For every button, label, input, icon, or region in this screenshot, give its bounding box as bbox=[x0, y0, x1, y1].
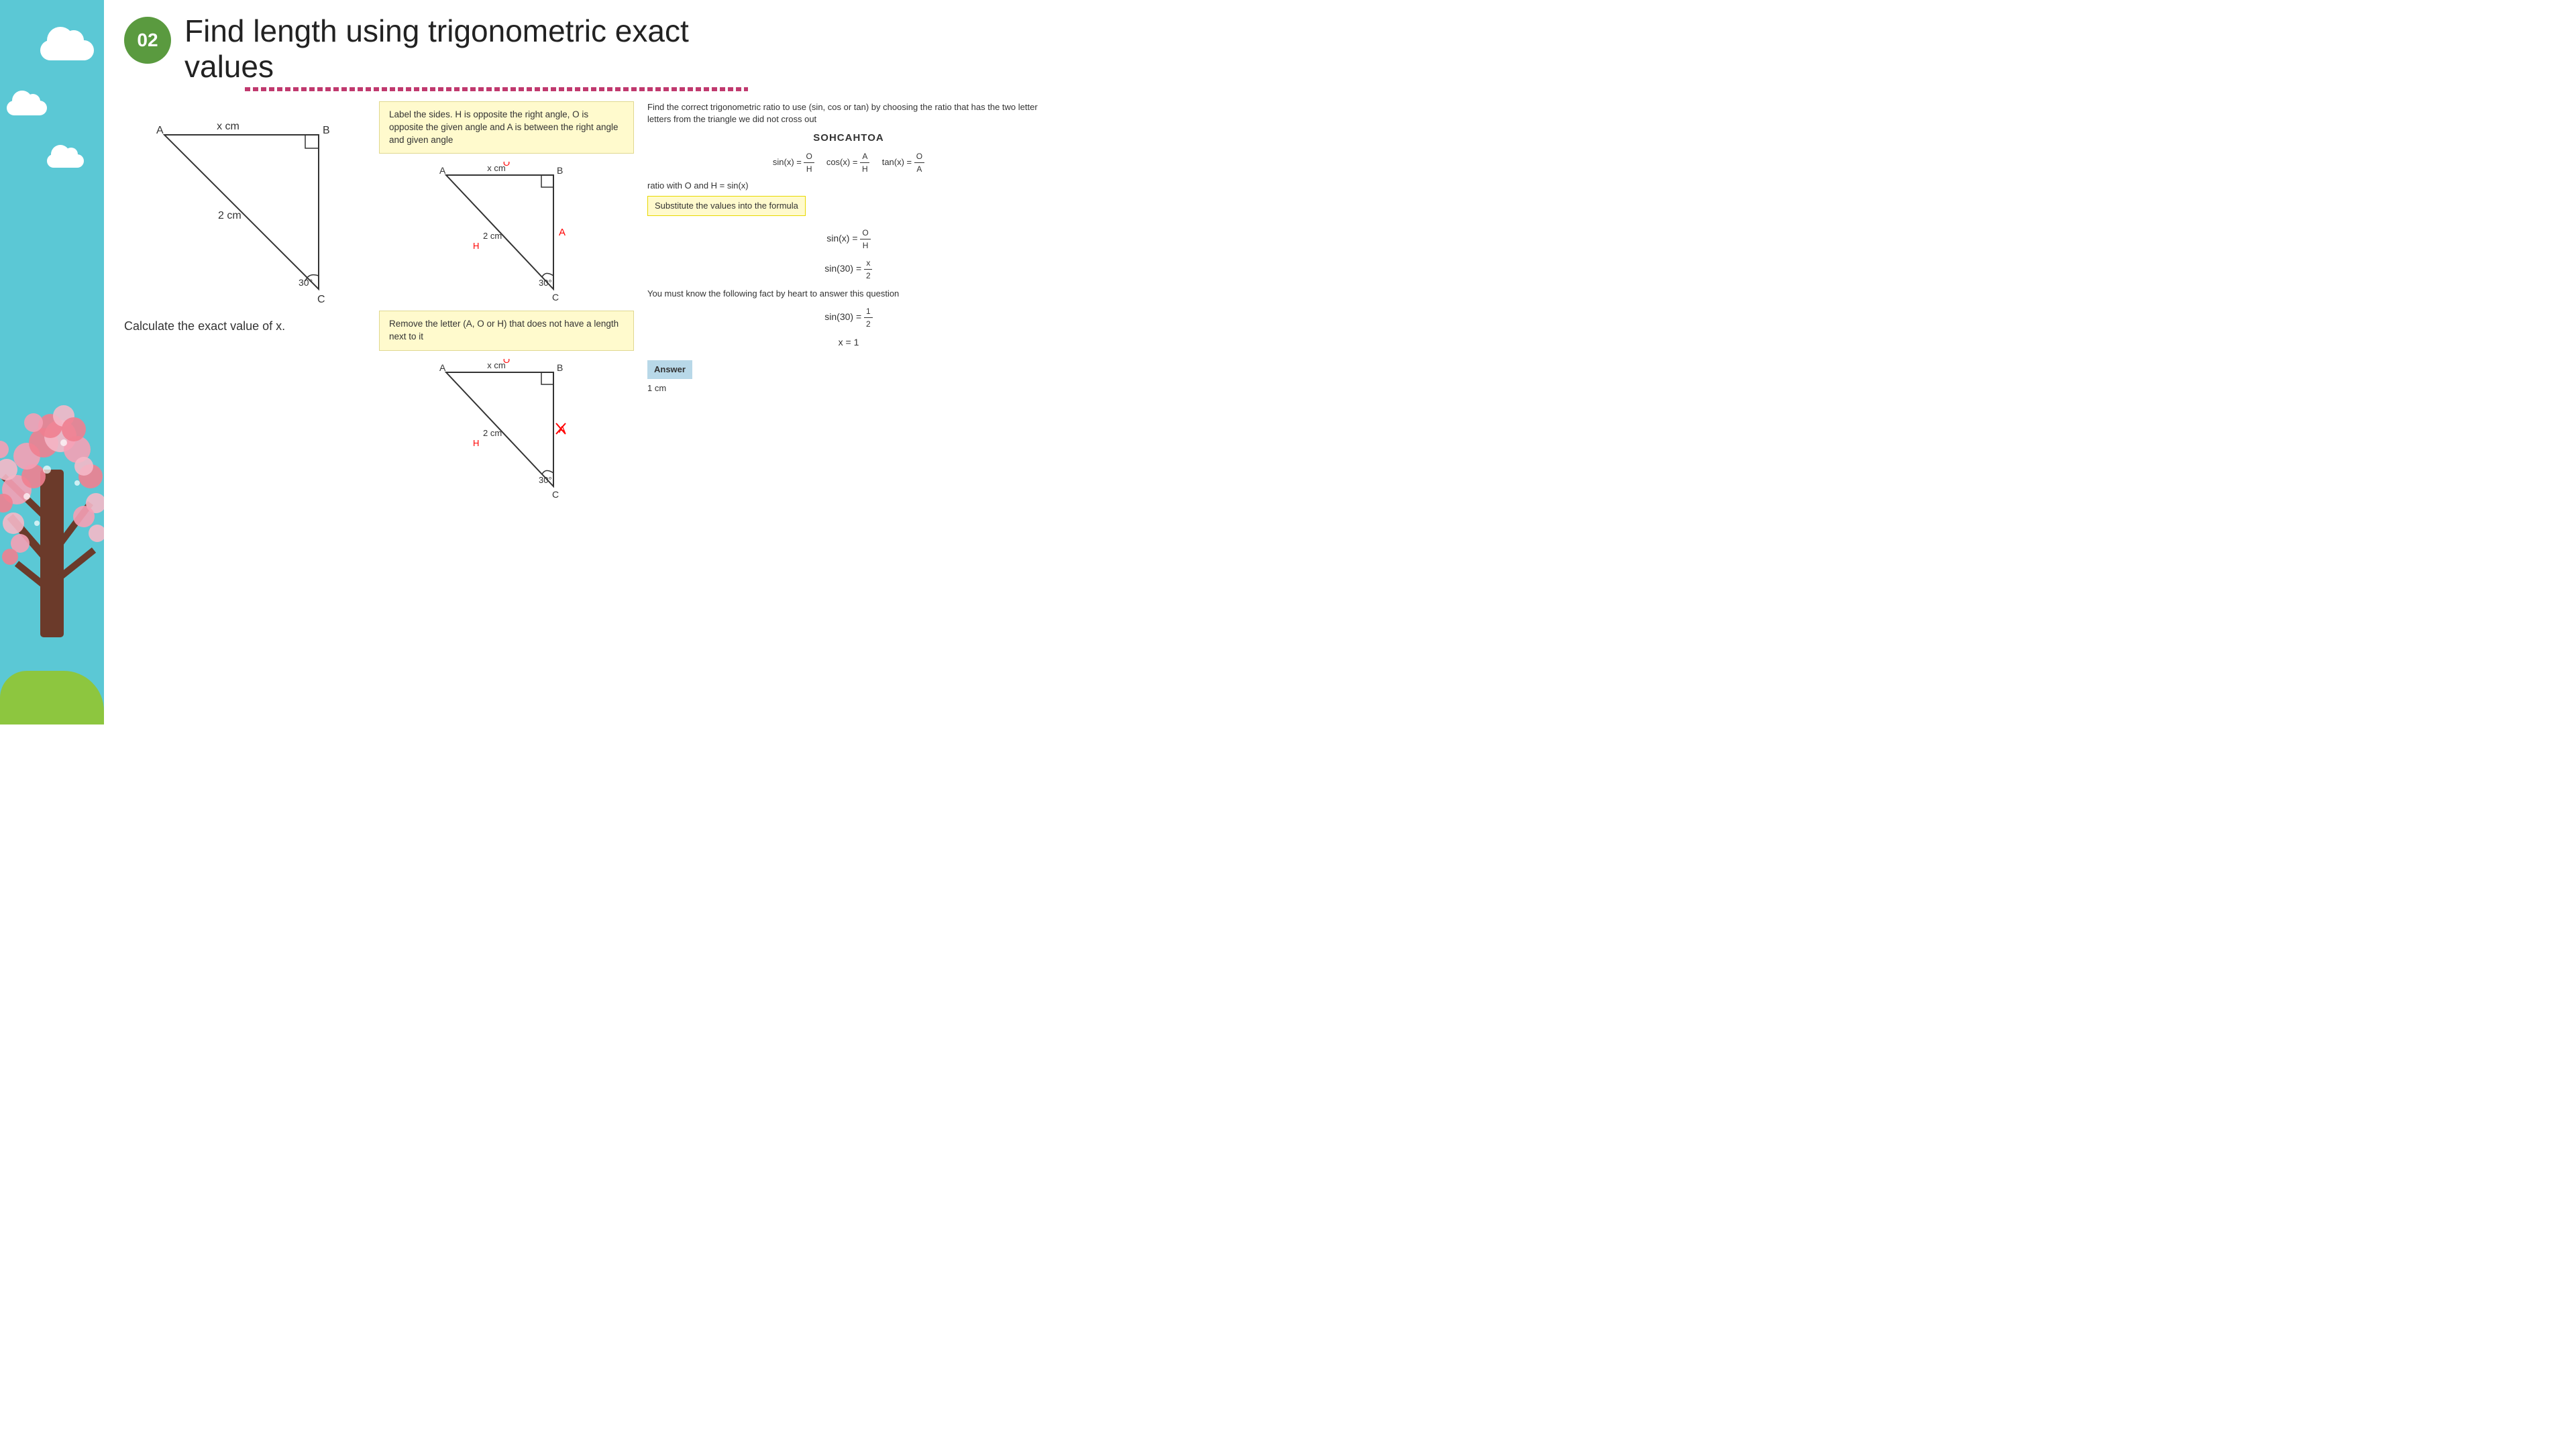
header: 02 Find length using trigonometric exact… bbox=[124, 13, 1268, 91]
svg-text:C: C bbox=[552, 489, 559, 500]
sohcahtoa-label: SOHCAHTOA bbox=[647, 131, 1050, 146]
trig-ratios: sin(x) = OH cos(x) = AH tan(x) = OA bbox=[647, 150, 1050, 175]
svg-text:B: B bbox=[557, 165, 563, 176]
svg-text:30°: 30° bbox=[299, 277, 313, 288]
svg-text:2 cm: 2 cm bbox=[483, 231, 502, 241]
svg-text:2 cm: 2 cm bbox=[218, 210, 241, 221]
substitute-label: Substitute the values into the formula bbox=[647, 196, 806, 216]
step3-text: Find the correct trigonometric ratio to … bbox=[647, 101, 1050, 125]
triangle-labeled-1: A B C x cm O 2 cm H A 30° bbox=[439, 162, 574, 303]
ratio-with-text: ratio with O and H = sin(x) bbox=[647, 179, 1050, 193]
sidebar bbox=[0, 0, 104, 724]
svg-text:A: A bbox=[156, 125, 164, 136]
title-underline bbox=[245, 87, 748, 91]
answer-label: Answer bbox=[647, 360, 692, 379]
tree-illustration bbox=[0, 235, 104, 691]
main-triangle-svg: A B C x cm 2 cm 30° bbox=[124, 115, 352, 309]
svg-text:C: C bbox=[317, 294, 325, 305]
tan-ratio: tan(x) = OA bbox=[882, 150, 924, 175]
svg-text:2 cm: 2 cm bbox=[483, 428, 502, 438]
left-column: A B C x cm 2 cm 30° Calculate the exact … bbox=[124, 101, 366, 500]
right-column: Find the correct trigonometric ratio to … bbox=[647, 101, 1050, 500]
step2-box: Remove the letter (A, O or H) that does … bbox=[379, 311, 634, 351]
grass bbox=[0, 671, 104, 724]
svg-text:30°: 30° bbox=[539, 278, 552, 288]
formula-sin-x: sin(x) = OH bbox=[647, 227, 1050, 252]
calculate-text: Calculate the exact value of x. bbox=[124, 319, 366, 333]
page-title: Find length using trigonometric exact va… bbox=[184, 13, 1268, 85]
svg-text:A: A bbox=[559, 227, 566, 238]
x-equals: x = 1 bbox=[647, 335, 1050, 350]
main-content: 02 Find length using trigonometric exact… bbox=[104, 0, 1288, 724]
cloud-2 bbox=[7, 101, 47, 115]
formula-sin-30: sin(30) = x2 bbox=[647, 257, 1050, 282]
svg-text:A: A bbox=[439, 362, 446, 373]
middle-column: Label the sides. H is opposite the right… bbox=[379, 101, 634, 500]
title-area: Find length using trigonometric exact va… bbox=[184, 13, 1268, 91]
svg-text:H: H bbox=[473, 241, 479, 251]
svg-text:B: B bbox=[323, 125, 330, 136]
cloud-3 bbox=[47, 154, 84, 168]
svg-text:C: C bbox=[552, 292, 559, 303]
svg-text:30°: 30° bbox=[539, 475, 552, 485]
formula-sin30-half: sin(30) = 12 bbox=[647, 305, 1050, 330]
svg-text:x cm: x cm bbox=[217, 121, 239, 132]
answer-value: 1 cm bbox=[647, 382, 1050, 395]
you-must-know-text: You must know the following fact by hear… bbox=[647, 287, 1050, 301]
svg-text:A: A bbox=[439, 165, 446, 176]
svg-text:H: H bbox=[473, 438, 479, 448]
step1-box: Label the sides. H is opposite the right… bbox=[379, 101, 634, 154]
sin-ratio: sin(x) = OH bbox=[773, 150, 814, 175]
svg-text:O: O bbox=[503, 359, 510, 365]
svg-text:B: B bbox=[557, 362, 563, 373]
content-grid: A B C x cm 2 cm 30° Calculate the exact … bbox=[124, 101, 1268, 500]
cos-ratio: cos(x) = AH bbox=[826, 150, 870, 175]
triangle-labeled-2: A B C x cm O 2 cm H 30° A bbox=[439, 359, 574, 500]
lesson-number: 02 bbox=[124, 17, 171, 64]
svg-text:O: O bbox=[503, 162, 510, 168]
cloud-1 bbox=[40, 40, 94, 60]
